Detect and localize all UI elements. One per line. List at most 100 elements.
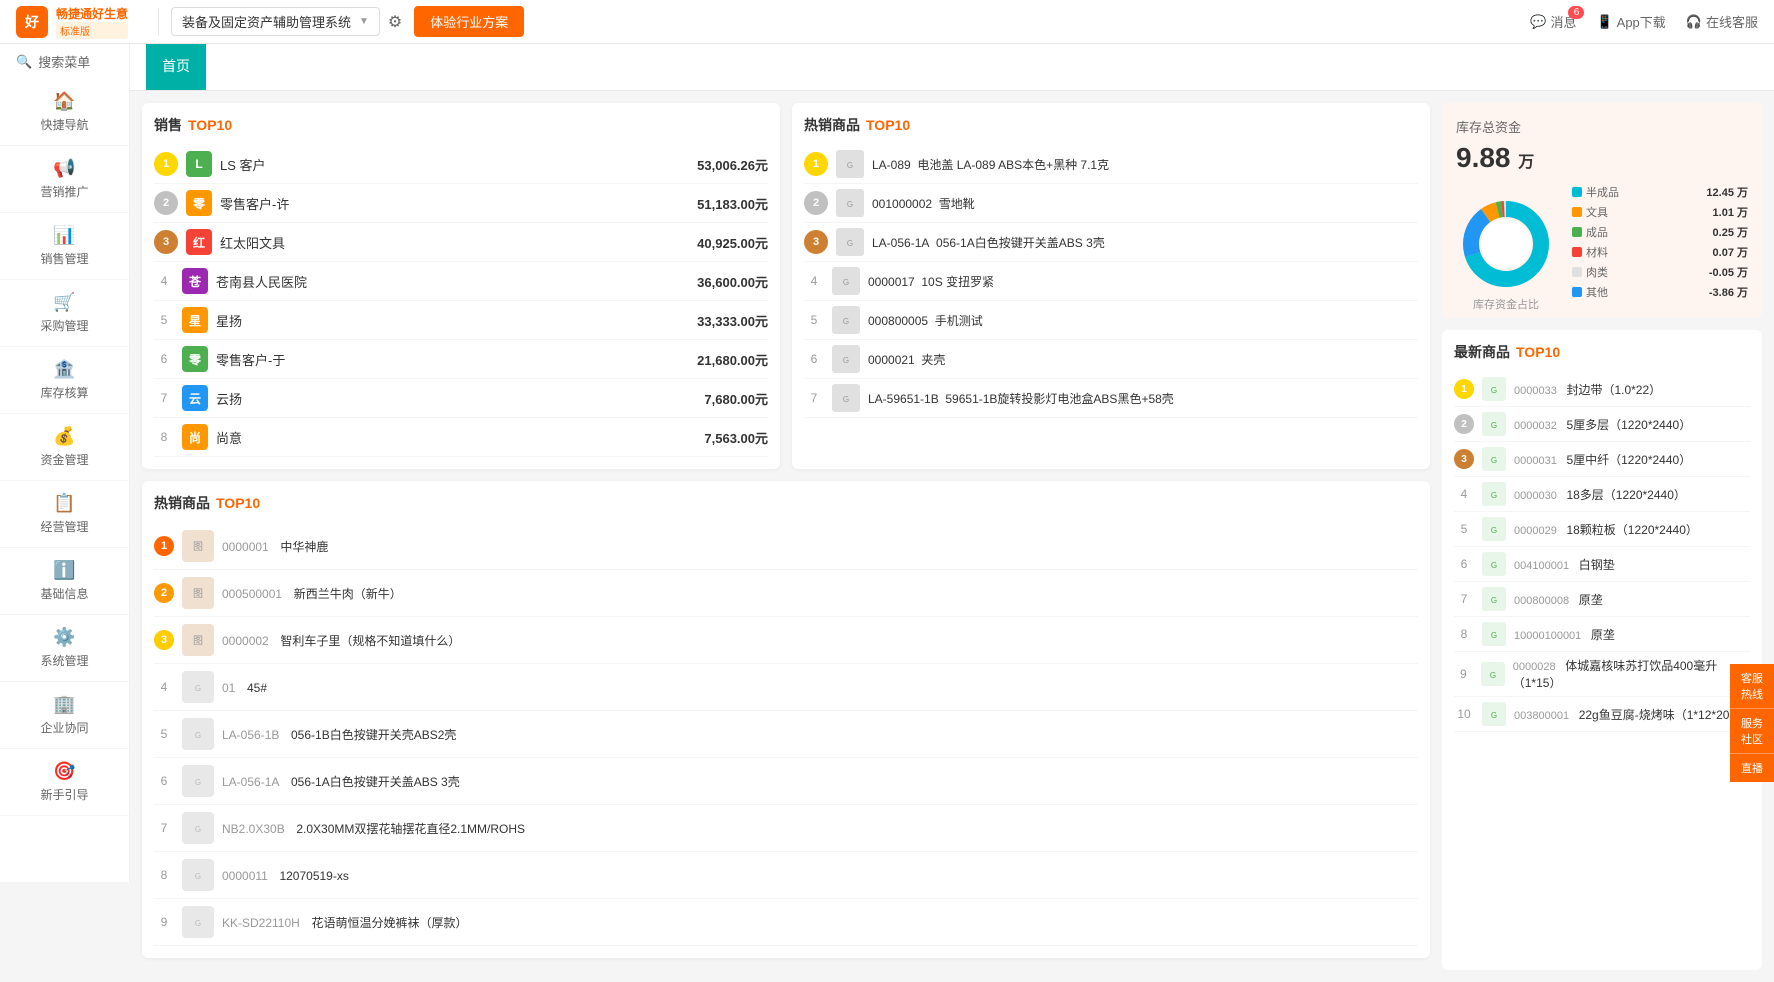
legend-label: 其他 xyxy=(1586,284,1608,300)
legend-dot xyxy=(1572,247,1582,257)
legend-item: 文具 1.01 万 xyxy=(1572,204,1748,220)
hot-product-name: 056-1B白色按键开关壳ABS2壳 xyxy=(291,728,456,742)
rank-badge: 2 xyxy=(1454,414,1474,434)
hot-product-row[interactable]: 3 图 0000002 智利车子里（规格不知道填什么） xyxy=(154,617,1418,664)
sidebar-item-company[interactable]: 🏢 企业协同 xyxy=(0,682,129,749)
hot-product-row[interactable]: 1 图 0000001 中华神鹿 xyxy=(154,523,1418,570)
hot-product-row[interactable]: 4 G 01 45# xyxy=(154,664,1418,711)
customer-row[interactable]: 6 零 零售客户-于 21,680.00元 xyxy=(154,340,768,379)
hot-product-name: 花语萌恒温分娩裤袜（厚款） xyxy=(311,916,467,930)
rank-number: 6 xyxy=(1454,557,1474,571)
svg-text:G: G xyxy=(1491,561,1497,570)
latest-product-name: 原垄 xyxy=(1591,628,1615,642)
latest-product-row[interactable]: 4 G 0000030 18多层（1220*2440） xyxy=(1454,477,1750,512)
latest-product-name: 5厘多层（1220*2440） xyxy=(1566,418,1691,432)
sidebar-item-operation[interactable]: 📋 经营管理 xyxy=(0,481,129,548)
gear-icon[interactable]: ⚙ xyxy=(388,12,402,32)
hot-product-row[interactable]: 6 G LA-056-1A 056-1A白色按键开关盖ABS 3壳 xyxy=(154,758,1418,805)
latest-product-row[interactable]: 2 G 0000032 5厘多层（1220*2440） xyxy=(1454,407,1750,442)
system-selector[interactable]: 装备及固定资产辅助管理系统 ▼ xyxy=(171,7,380,36)
hot-product-row[interactable]: 9 G KK-SD22110H 花语萌恒温分娩裤袜（厚款） xyxy=(154,899,1418,946)
sale-product-row[interactable]: 5 G 000800005 手机测试 xyxy=(804,301,1418,340)
trial-button[interactable]: 体验行业方案 xyxy=(414,6,524,37)
legend-label: 文具 xyxy=(1586,204,1608,220)
headset-icon: 🎧 xyxy=(1686,14,1702,30)
latest-product-row[interactable]: 1 G 0000033 封边带（1.0*22） xyxy=(1454,372,1750,407)
hot-product-name: 智利车子里（规格不知道填什么） xyxy=(280,634,460,648)
sale-product-row[interactable]: 2 G 001000002 雪地靴 xyxy=(804,184,1418,223)
latest-product-image: G xyxy=(1482,517,1506,541)
sidebar-item-system[interactable]: ⚙️ 系统管理 xyxy=(0,615,129,682)
sale-product-row[interactable]: 7 G LA-59651-1B 59651-1B旋转投影灯电池盒ABS黑色+58… xyxy=(804,379,1418,418)
rank-number: 7 xyxy=(154,391,174,405)
rank-number: 10 xyxy=(1454,707,1474,721)
sidebar-item-search[interactable]: 🔍 搜索菜单 xyxy=(0,44,129,79)
latest-products-title: 最新商品 TOP10 xyxy=(1454,342,1750,362)
rank-number: 9 xyxy=(154,915,174,929)
chevron-down-icon: ▼ xyxy=(359,16,369,27)
hot-product-info: LA-056-1A 056-1A白色按键开关盖ABS 3壳 xyxy=(222,773,460,790)
hot-product-info: 000500001 新西兰牛肉（新牛） xyxy=(222,585,402,602)
latest-product-row[interactable]: 8 G 10000100001 原垄 xyxy=(1454,617,1750,652)
sidebar-item-marketing[interactable]: 📢 营销推广 xyxy=(0,146,129,213)
svg-text:G: G xyxy=(843,317,849,326)
avatar: 苍 xyxy=(182,268,208,294)
svg-text:G: G xyxy=(195,872,201,881)
legend-list: 半成品 12.45 万 文具 1.01 万 成品 0.25 万 材料 0.07 … xyxy=(1572,184,1748,304)
float-btn-community[interactable]: 服务社区 xyxy=(1730,709,1774,754)
online-service-button[interactable]: 🎧 在线客服 xyxy=(1686,12,1758,31)
rank-badge: 3 xyxy=(154,630,174,650)
latest-product-row[interactable]: 3 G 0000031 5厘中纤（1220*2440） xyxy=(1454,442,1750,477)
customer-row[interactable]: 8 尚 尚意 7,563.00元 xyxy=(154,418,768,457)
latest-product-info: 004100001 白钢垫 xyxy=(1514,556,1615,573)
sidebar-item-basic[interactable]: ℹ️ 基础信息 xyxy=(0,548,129,615)
sale-product-row[interactable]: 3 G LA-056-1A 056-1A白色按键开关盖ABS 3壳 xyxy=(804,223,1418,262)
latest-product-name: 原垄 xyxy=(1579,593,1603,607)
latest-product-row[interactable]: 9 G 0000028 体城嘉核味苏打饮品400毫升（1*15） xyxy=(1454,652,1750,697)
legend-value: -3.86 万 xyxy=(1709,284,1748,300)
customer-row[interactable]: 5 星 星扬 33,333.00元 xyxy=(154,301,768,340)
latest-product-row[interactable]: 5 G 0000029 18颗粒板（1220*2440） xyxy=(1454,512,1750,547)
sidebar-item-finance[interactable]: 💰 资金管理 xyxy=(0,414,129,481)
message-button[interactable]: 💬 消息 6 xyxy=(1530,12,1576,31)
phone-icon: 📱 xyxy=(1596,14,1612,30)
legend-dot xyxy=(1572,287,1582,297)
customer-name: 零售客户-于 xyxy=(216,350,689,369)
hot-product-image: G xyxy=(182,906,214,938)
sidebar-item-sales[interactable]: 📊 销售管理 xyxy=(0,213,129,280)
hot-product-row[interactable]: 5 G LA-056-1B 056-1B白色按键开关壳ABS2壳 xyxy=(154,711,1418,758)
customer-row[interactable]: 7 云 云扬 7,680.00元 xyxy=(154,379,768,418)
hot-product-name: 45# xyxy=(247,681,267,695)
sale-product-row[interactable]: 4 G 0000017 10S 变扭罗紧 xyxy=(804,262,1418,301)
latest-product-info: 0000030 18多层（1220*2440） xyxy=(1514,486,1686,503)
avatar: 红 xyxy=(186,229,212,255)
hot-product-row[interactable]: 7 G NB2.0X30B 2.0X30MM双摆花轴摆花直径2.1MM/ROHS xyxy=(154,805,1418,852)
hot-product-row[interactable]: 2 图 000500001 新西兰牛肉（新牛） xyxy=(154,570,1418,617)
tab-home[interactable]: 首页 xyxy=(146,44,206,90)
float-btn-service[interactable]: 客服热线 xyxy=(1730,664,1774,709)
app-download-button[interactable]: 📱 App下载 xyxy=(1596,12,1665,31)
customer-row[interactable]: 1 L LS 客户 53,006.26元 xyxy=(154,145,768,184)
hot-product-row[interactable]: 8 G 0000011 12070519-xs xyxy=(154,852,1418,899)
sidebar-item-quicknav[interactable]: 🏠 快捷导航 xyxy=(0,79,129,146)
customer-row[interactable]: 4 苍 苍南县人民医院 36,600.00元 xyxy=(154,262,768,301)
sale-product-row[interactable]: 6 G 0000021 夹壳 xyxy=(804,340,1418,379)
sidebar-item-inventory[interactable]: 🏦 库存核算 xyxy=(0,347,129,414)
latest-product-row[interactable]: 10 G 003800001 22g鱼豆腐-烧烤味（1*12*20） xyxy=(1454,697,1750,732)
customer-row[interactable]: 2 零 零售客户-许 51,183.00元 xyxy=(154,184,768,223)
latest-product-row[interactable]: 7 G 000800008 原垄 xyxy=(1454,582,1750,617)
inventory-title: 库存总资金 xyxy=(1456,117,1748,136)
sale-product-row[interactable]: 1 G LA-089 电池盖 LA-089 ABS本色+黑种 7.1克 xyxy=(804,145,1418,184)
hot-product-code: 0000001 xyxy=(222,540,269,554)
latest-product-image: G xyxy=(1482,447,1506,471)
legend-item: 肉类 -0.05 万 xyxy=(1572,264,1748,280)
sidebar-item-purchase[interactable]: 🛒 采购管理 xyxy=(0,280,129,347)
hot-products-list: 1 图 0000001 中华神鹿 2 图 000500001 新西兰牛肉（新牛）… xyxy=(154,523,1418,946)
rank-number: 4 xyxy=(154,680,174,694)
sidebar-item-guide[interactable]: 🎯 新手引导 xyxy=(0,749,129,816)
float-btn-live[interactable]: 直播 xyxy=(1730,754,1774,782)
latest-product-row[interactable]: 6 G 004100001 白钢垫 xyxy=(1454,547,1750,582)
rank-number: 6 xyxy=(804,352,824,366)
avatar: 尚 xyxy=(182,424,208,450)
customer-row[interactable]: 3 红 红太阳文具 40,925.00元 xyxy=(154,223,768,262)
